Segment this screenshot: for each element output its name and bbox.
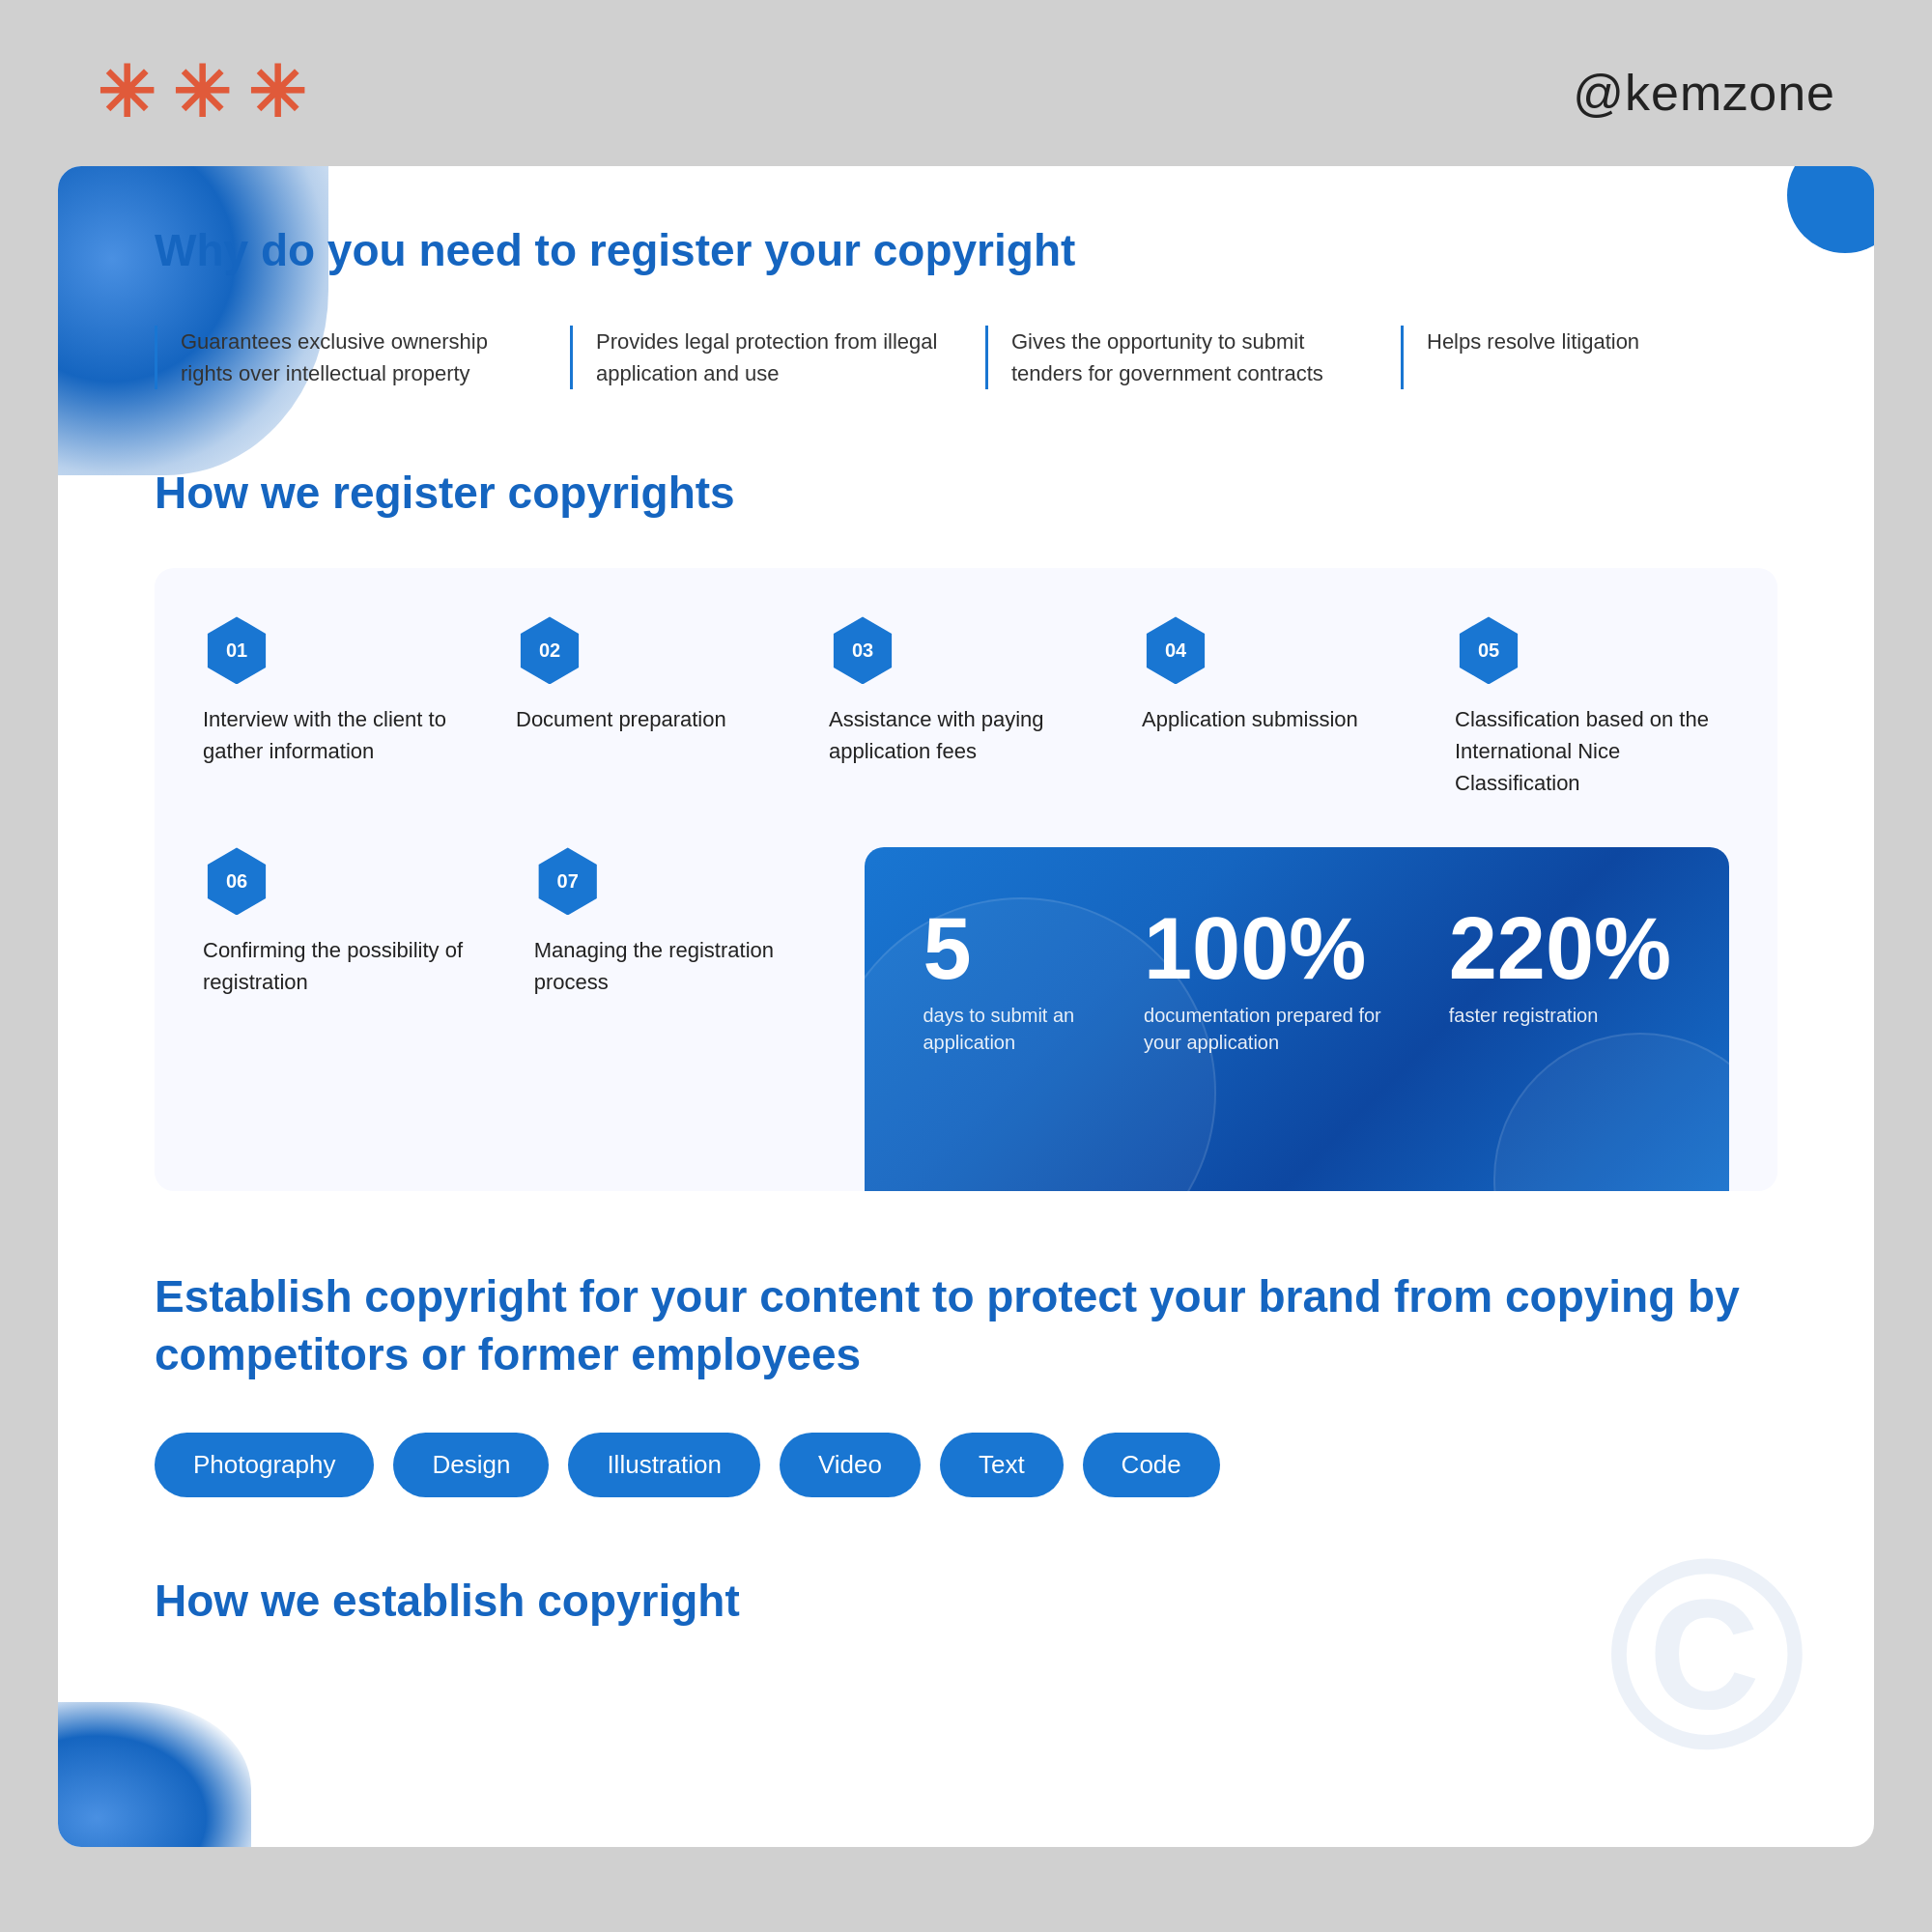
- step-item-1: 01 Interview with the client to gather i…: [203, 616, 477, 799]
- benefits-row: Guarantees exclusive ownership rights ov…: [155, 326, 1777, 389]
- benefit-2: Provides legal protection from illegal a…: [570, 326, 947, 389]
- how-register-section: How we register copyrights 01 Interview …: [155, 467, 1777, 1191]
- step-hex-7: 07: [534, 847, 602, 915]
- watermark: ©: [1607, 1519, 1797, 1789]
- steps-row-1: 01 Interview with the client to gather i…: [203, 616, 1729, 799]
- step-item-7: 07 Managing the registration process: [534, 847, 827, 998]
- tags-row: Photography Design Illustration Video Te…: [155, 1433, 1777, 1497]
- step-hex-6: 06: [203, 847, 270, 915]
- top-bar: ✳ ✳ ✳ @kemzone: [0, 0, 1932, 166]
- step-item-4: 04 Application submission: [1142, 616, 1416, 799]
- step-hex-4: 04: [1142, 616, 1209, 684]
- step-label-5: Classification based on the Internationa…: [1455, 703, 1729, 799]
- step-item-6: 06 Confirming the possibility of registr…: [203, 847, 496, 998]
- step-item-5: 05 Classification based on the Internati…: [1455, 616, 1729, 799]
- step-item-3: 03 Assistance with paying application fe…: [829, 616, 1103, 799]
- tag-design[interactable]: Design: [393, 1433, 549, 1497]
- step-hex-5: 05: [1455, 616, 1522, 684]
- tag-video[interactable]: Video: [780, 1433, 921, 1497]
- step-num-3: 03: [852, 639, 873, 662]
- stat-1: 5 days to submit an application: [923, 905, 1086, 1056]
- step-item-2: 02 Document preparation: [516, 616, 790, 799]
- asterisks-group: ✳ ✳ ✳: [97, 58, 305, 128]
- stats-panel: 5 days to submit an application 100% doc…: [865, 847, 1729, 1191]
- how-register-title: How we register copyrights: [155, 467, 1777, 520]
- step-label-6: Confirming the possibility of registrati…: [203, 934, 496, 998]
- main-card: © Why do you need to register your copyr…: [58, 166, 1874, 1847]
- step-label-3: Assistance with paying application fees: [829, 703, 1103, 767]
- steps-bottom-row: 06 Confirming the possibility of registr…: [203, 847, 1729, 1191]
- step-num-7: 07: [557, 870, 579, 893]
- why-section: Why do you need to register your copyrig…: [155, 224, 1777, 389]
- step-label-1: Interview with the client to gather info…: [203, 703, 477, 767]
- step-hex-3: 03: [829, 616, 896, 684]
- step-label-2: Document preparation: [516, 703, 790, 735]
- stat-label-3: faster registration: [1449, 1002, 1671, 1029]
- step-num-5: 05: [1478, 639, 1499, 662]
- steps-bottom-left: 06 Confirming the possibility of registr…: [203, 847, 826, 998]
- stat-label-2: documentation prepared for your applicat…: [1144, 1002, 1391, 1056]
- how-establish-section: How we establish copyright: [58, 1575, 1874, 1628]
- benefit-4: Helps resolve litigation: [1401, 326, 1777, 389]
- step-label-7: Managing the registration process: [534, 934, 827, 998]
- stat-num-3: 220%: [1449, 905, 1671, 992]
- stat-label-1: days to submit an application: [923, 1002, 1086, 1056]
- stat-num-1: 5: [923, 905, 1086, 992]
- step-num-1: 01: [226, 639, 247, 662]
- tag-photography[interactable]: Photography: [155, 1433, 374, 1497]
- card-content: Why do you need to register your copyrig…: [58, 166, 1874, 1191]
- step-num-6: 06: [226, 870, 247, 893]
- stat-2: 100% documentation prepared for your app…: [1144, 905, 1391, 1056]
- benefit-3: Gives the opportunity to submit tenders …: [985, 326, 1362, 389]
- step-hex-1: 01: [203, 616, 270, 684]
- establish-section: Establish copyright for your content to …: [58, 1268, 1874, 1497]
- outer-background: ✳ ✳ ✳ @kemzone © Why do you need to regi…: [0, 0, 1932, 1932]
- step-label-4: Application submission: [1142, 703, 1416, 735]
- brand-handle: @kemzone: [1573, 64, 1835, 122]
- step-num-2: 02: [539, 639, 560, 662]
- stat-3: 220% faster registration: [1449, 905, 1671, 1056]
- step-hex-2: 02: [516, 616, 583, 684]
- tag-code[interactable]: Code: [1083, 1433, 1220, 1497]
- establish-title: Establish copyright for your content to …: [155, 1268, 1777, 1384]
- step-num-4: 04: [1165, 639, 1186, 662]
- benefit-1: Guarantees exclusive ownership rights ov…: [155, 326, 531, 389]
- blue-blob-bottom: [58, 1702, 251, 1847]
- asterisk-3: ✳: [247, 58, 305, 128]
- why-title: Why do you need to register your copyrig…: [155, 224, 1777, 277]
- tag-text[interactable]: Text: [940, 1433, 1064, 1497]
- steps-container: 01 Interview with the client to gather i…: [155, 568, 1777, 1191]
- tag-illustration[interactable]: Illustration: [568, 1433, 760, 1497]
- asterisk-1: ✳: [97, 58, 155, 128]
- stat-num-2: 100%: [1144, 905, 1391, 992]
- asterisk-2: ✳: [172, 58, 230, 128]
- how-establish-title: How we establish copyright: [155, 1575, 1777, 1628]
